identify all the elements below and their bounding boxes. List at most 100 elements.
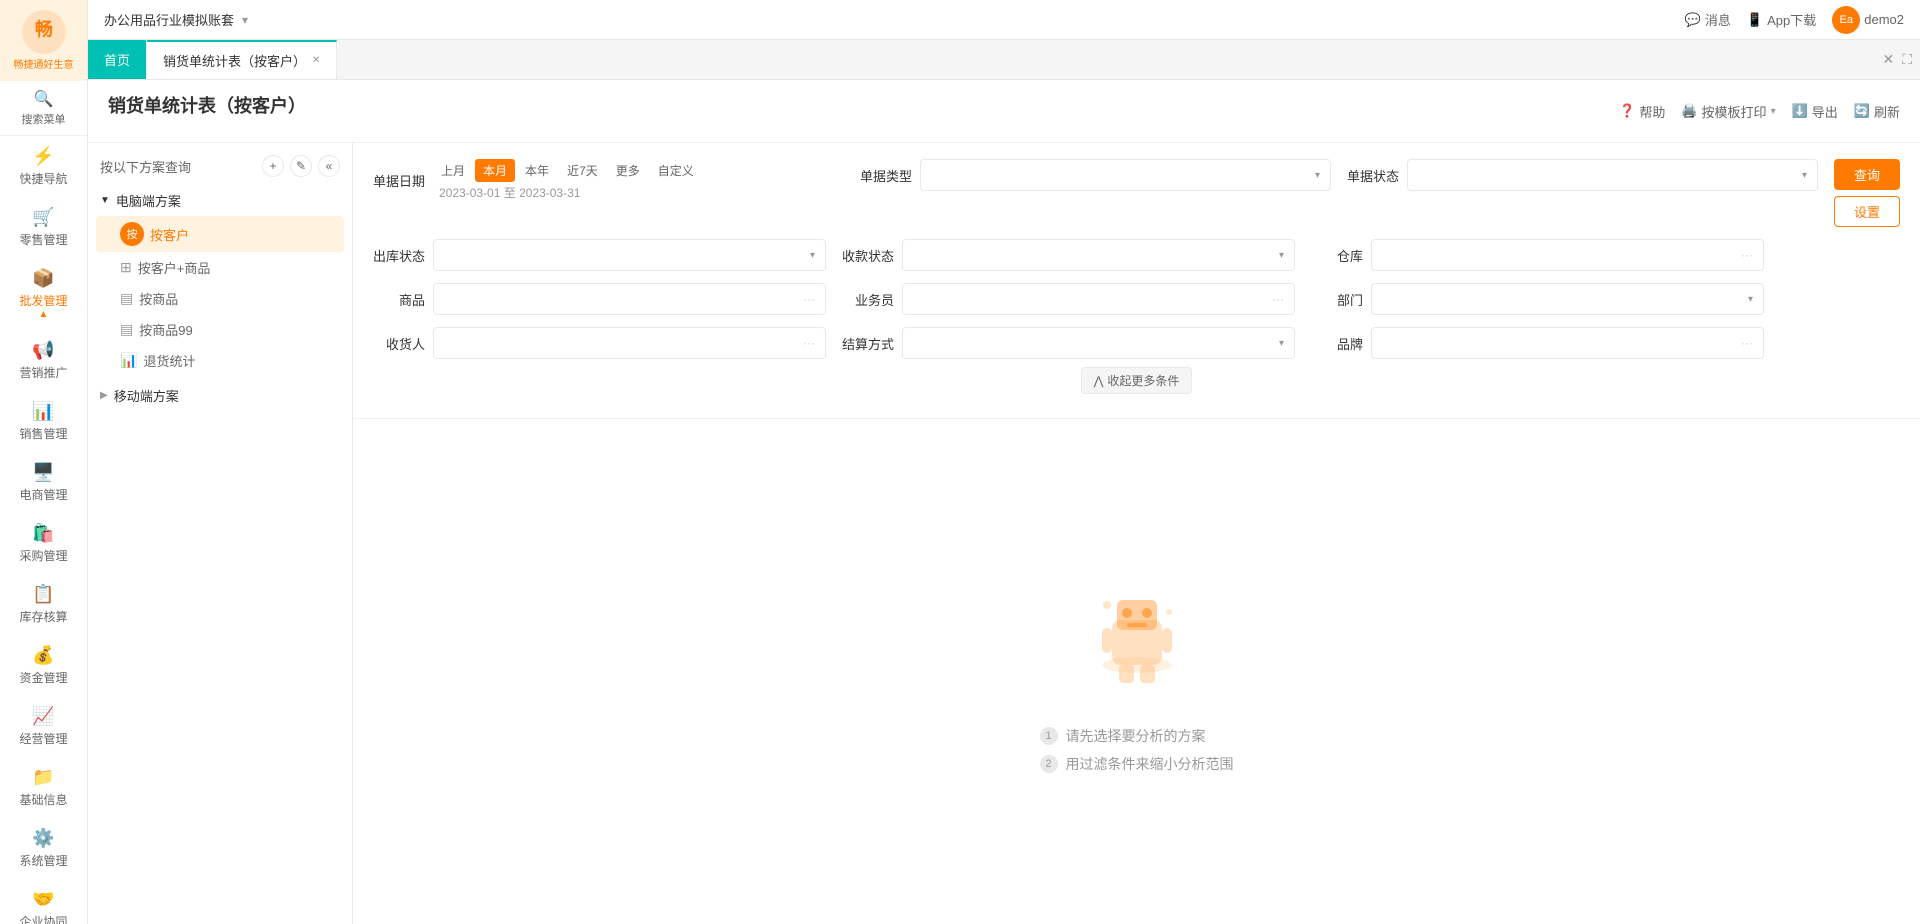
collapse-panel-button[interactable]: « — [318, 155, 340, 177]
quick-nav-icon: ⚡ — [32, 146, 54, 167]
left-panel-actions: + ✎ « — [262, 155, 340, 177]
topbar: 办公用品行业模拟账套 ▾ 💬 消息 📱 App下载 Ea demo2 — [88, 0, 1920, 40]
goods-select[interactable]: ··· — [433, 283, 826, 315]
collapse-up-icon: ⋀ — [1094, 374, 1104, 388]
goods-more-icon[interactable]: ··· — [803, 292, 815, 306]
department-select[interactable]: ▾ — [1371, 283, 1764, 315]
sidebar-item-purchase[interactable]: 🛍️ 采购管理 — [0, 513, 87, 574]
scheme-item-return-stat[interactable]: 📊 退货统计 — [96, 345, 344, 376]
scheme-item-by-goods-99[interactable]: ▤ 按商品99 — [96, 314, 344, 345]
date-label: 单据日期 — [373, 171, 425, 190]
out-status-select[interactable]: ▾ — [433, 239, 826, 271]
refresh-button[interactable]: 🔄 刷新 — [1854, 102, 1900, 121]
close-tab-icon[interactable]: ✕ — [1882, 51, 1894, 68]
add-scheme-button[interactable]: + — [262, 155, 284, 177]
help-button[interactable]: ❓ 帮助 — [1619, 102, 1665, 121]
sidebar-item-search[interactable]: 🔍 搜索菜单 — [0, 81, 87, 136]
desktop-group-header[interactable]: ▼ 电脑端方案 — [96, 185, 344, 216]
query-button[interactable]: 查询 — [1834, 159, 1900, 190]
brand-select[interactable]: ··· — [1371, 327, 1764, 359]
doc-type-select[interactable]: ▾ — [920, 159, 1331, 191]
scheme-item-label-5: 退货统计 — [143, 351, 195, 370]
empty-hint-2-text: 用过滤条件来缩小分析范围 — [1066, 754, 1234, 774]
doc-status-label: 单据状态 — [1347, 166, 1399, 185]
sidebar-item-basic[interactable]: 📁 基础信息 — [0, 757, 87, 818]
salesperson-select[interactable]: ··· — [902, 283, 1295, 315]
doc-status-dropdown-icon: ▾ — [1802, 170, 1807, 181]
sidebar-item-inventory[interactable]: 📋 库存核算 — [0, 574, 87, 635]
maximize-icon[interactable]: ⛶ — [1902, 51, 1912, 68]
sidebar-inventory-label: 库存核算 — [19, 608, 67, 625]
message-button[interactable]: 💬 消息 — [1685, 10, 1731, 29]
wholesale-icon: 📦 — [32, 268, 54, 289]
scheme-item-label-2: 按客户+商品 — [138, 258, 211, 277]
edit-scheme-button[interactable]: ✎ — [290, 155, 312, 177]
doc-status-select[interactable]: ▾ — [1407, 159, 1818, 191]
receiver-select[interactable]: ··· — [433, 327, 826, 359]
sidebar-item-operations[interactable]: 📈 经营管理 — [0, 696, 87, 757]
app-download-button[interactable]: 📱 App下载 — [1747, 10, 1816, 29]
scheme-item-by-goods[interactable]: ▤ 按商品 — [96, 283, 344, 314]
settlement-label: 结算方式 — [842, 334, 894, 353]
topbar-dropdown-icon[interactable]: ▾ — [242, 13, 248, 27]
scheme-item-label: 按客户 — [150, 225, 189, 244]
scheme-item-by-customer[interactable]: 按 按客户 — [96, 216, 344, 252]
sidebar-item-system[interactable]: ⚙️ 系统管理 — [0, 818, 87, 879]
enterprise-icon: 🤝 — [32, 889, 54, 910]
sidebar-finance-label: 资金管理 — [19, 669, 67, 686]
sales-mgmt-icon: 📊 — [32, 401, 54, 422]
receiver-more-icon[interactable]: ··· — [803, 336, 815, 350]
sidebar-marketing-label: 营销推广 — [19, 364, 67, 381]
sidebar-item-enterprise[interactable]: 🤝 企业协同 — [0, 879, 87, 924]
sidebar-item-ecom[interactable]: 🖥️ 电商管理 — [0, 452, 87, 513]
refresh-icon: 🔄 — [1854, 103, 1870, 119]
date-tab-last-7[interactable]: 近7天 — [559, 159, 606, 182]
empty-robot-illustration — [1077, 570, 1197, 690]
sidebar: 畅 畅捷通好生意 🔍 搜索菜单 ⚡ 快捷导航 🛒 零售管理 📦 批发管理 ▲ 📢… — [0, 0, 88, 924]
warehouse-more-icon[interactable]: ··· — [1741, 248, 1753, 262]
date-tab-last-month[interactable]: 上月 — [433, 159, 473, 182]
desktop-group-arrow: ▼ — [100, 195, 110, 206]
brand-more-icon[interactable]: ··· — [1741, 336, 1753, 350]
date-tab-this-year[interactable]: 本年 — [517, 159, 557, 182]
topbar-title: 办公用品行业模拟账套 — [104, 10, 234, 29]
tab-close-icon[interactable]: ✕ — [312, 55, 320, 66]
export-button[interactable]: ⬇️ 导出 — [1792, 102, 1838, 121]
sidebar-item-marketing[interactable]: 📢 营销推广 — [0, 330, 87, 391]
collapse-filters-button[interactable]: ⋀ 收起更多条件 — [1081, 367, 1193, 394]
settlement-select[interactable]: ▾ — [902, 327, 1295, 359]
tab-sales-stat[interactable]: 销货单统计表（按客户） ✕ — [147, 40, 337, 79]
scheme-item-by-customer-goods[interactable]: ⊞ 按客户+商品 — [96, 252, 344, 283]
sidebar-item-retail[interactable]: 🛒 零售管理 — [0, 197, 87, 258]
sidebar-item-wholesale[interactable]: 📦 批发管理 ▲ — [0, 258, 87, 330]
print-dropdown-icon[interactable]: ▾ — [1771, 106, 1776, 117]
date-tab-custom[interactable]: 自定义 — [650, 159, 702, 182]
receipt-status-select[interactable]: ▾ — [902, 239, 1295, 271]
user-profile-button[interactable]: Ea demo2 — [1832, 6, 1904, 34]
grid-icon: ⊞ — [120, 259, 132, 276]
salesperson-more-icon[interactable]: ··· — [1272, 292, 1284, 306]
mobile-group-header[interactable]: ▶ 移动端方案 — [96, 380, 344, 411]
date-tab-this-month[interactable]: 本月 — [475, 159, 515, 182]
out-status-dropdown-icon: ▾ — [810, 250, 815, 261]
main-area: 办公用品行业模拟账套 ▾ 💬 消息 📱 App下载 Ea demo2 首页 — [88, 0, 1920, 924]
print-label: 按模板打印 — [1702, 102, 1767, 121]
tab-home[interactable]: 首页 — [88, 40, 147, 79]
warehouse-select[interactable]: ··· — [1371, 239, 1764, 271]
sidebar-item-quick-nav[interactable]: ⚡ 快捷导航 — [0, 136, 87, 197]
date-tab-more[interactable]: 更多 — [608, 159, 648, 182]
print-button[interactable]: 🖨️ 按模板打印 ▾ — [1681, 102, 1775, 121]
message-icon: 💬 — [1685, 12, 1701, 28]
empty-state: 1 请先选择要分析的方案 2 用过滤条件来缩小分析范围 — [353, 419, 1920, 924]
logo-icon: 畅 — [22, 10, 66, 54]
settings-button[interactable]: 设置 — [1834, 196, 1900, 227]
empty-hint-1-text: 请先选择要分析的方案 — [1066, 726, 1206, 746]
sidebar-operations-label: 经营管理 — [19, 730, 67, 747]
sidebar-item-finance[interactable]: 💰 资金管理 — [0, 635, 87, 696]
sidebar-item-sales-mgmt[interactable]: 📊 销售管理 — [0, 391, 87, 452]
svg-text:畅: 畅 — [35, 19, 53, 40]
table2-icon: ▤ — [120, 321, 133, 338]
content-body: 按以下方案查询 + ✎ « ▼ — [88, 143, 1920, 924]
mobile-group-label: 移动端方案 — [114, 386, 179, 405]
app-name: 畅捷通好生意 — [14, 56, 74, 71]
